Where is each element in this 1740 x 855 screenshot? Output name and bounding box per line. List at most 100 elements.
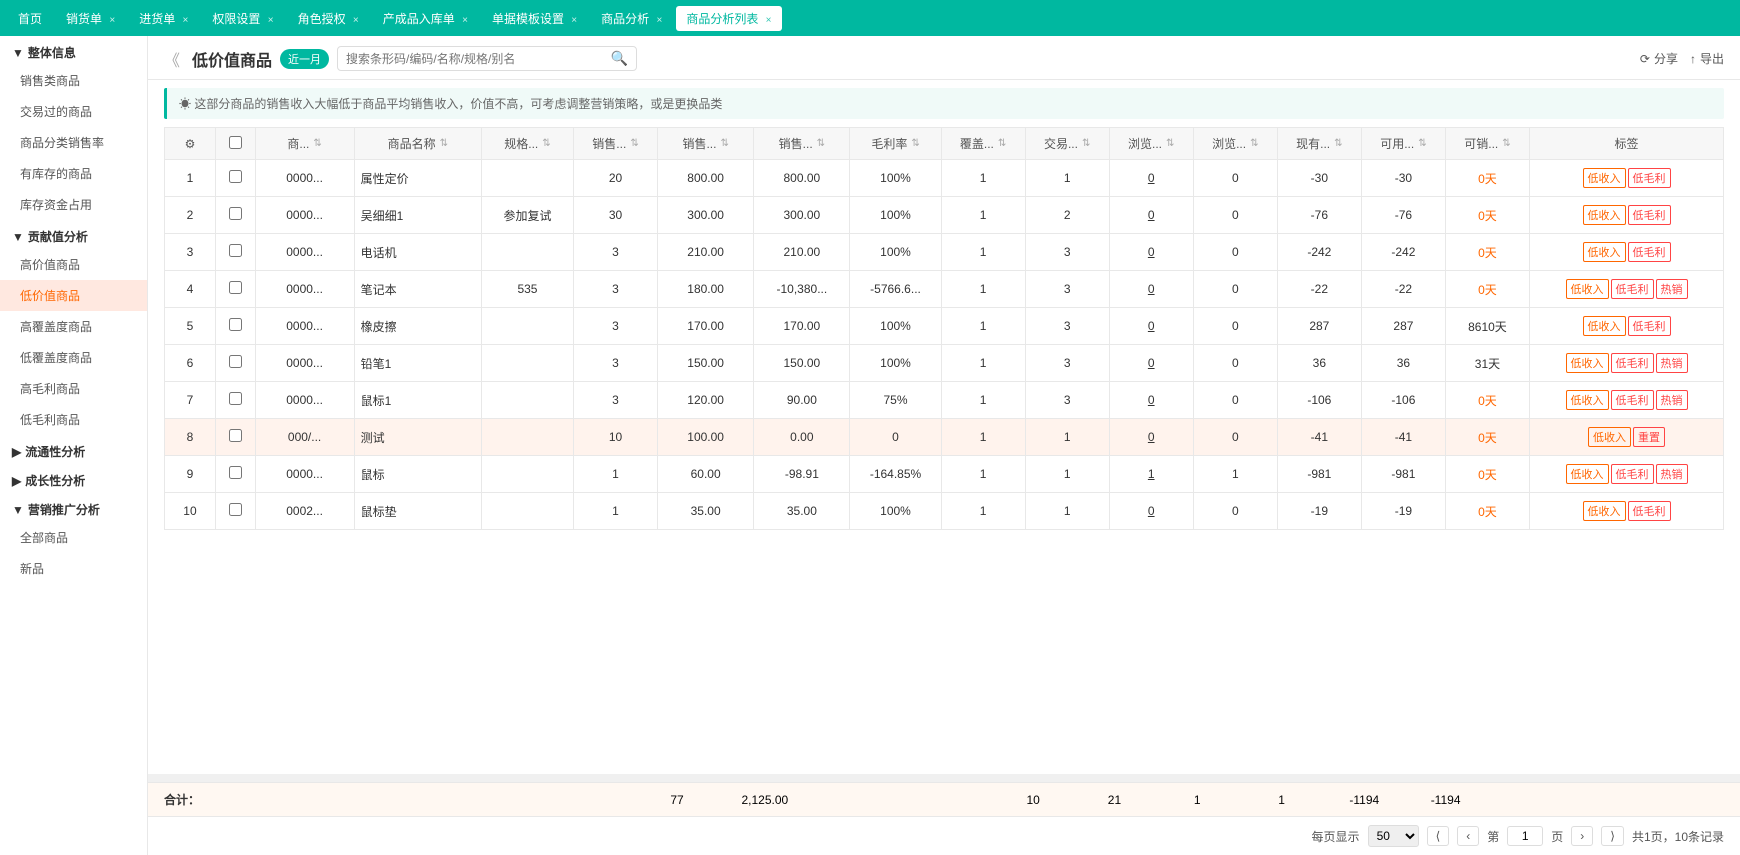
view1-link[interactable]: 0 [1148, 245, 1155, 259]
sidebar-item-low-value[interactable]: 低价值商品 [0, 280, 147, 311]
th-sales-qty[interactable]: 销售...⇅ [573, 128, 657, 160]
sidebar-item-all-goods[interactable]: 全部商品 [0, 522, 147, 553]
prev-page-button[interactable]: ‹ [1457, 826, 1479, 846]
view1-link[interactable]: 0 [1148, 319, 1155, 333]
sidebar-group-marketing[interactable]: ▼ 营销推广分析 [0, 493, 147, 522]
th-stock1[interactable]: 现有...⇅ [1277, 128, 1361, 160]
cell-view1[interactable]: 0 [1109, 197, 1193, 234]
row-checkbox-10[interactable] [229, 503, 242, 516]
th-view1[interactable]: 浏览...⇅ [1109, 128, 1193, 160]
row-checkbox-9[interactable] [229, 466, 242, 479]
th-name[interactable]: 商品名称⇅ [354, 128, 481, 160]
export-button[interactable]: ↑ 导出 [1690, 50, 1724, 67]
row-checkbox-6[interactable] [229, 355, 242, 368]
view1-link[interactable]: 0 [1148, 393, 1155, 407]
row-checkbox-4[interactable] [229, 281, 242, 294]
th-sales-amt[interactable]: 销售...⇅ [658, 128, 754, 160]
view1-link[interactable]: 0 [1148, 504, 1155, 518]
th-spec[interactable]: 规格...⇅ [481, 128, 573, 160]
search-icon[interactable]: 🔍 [611, 50, 628, 67]
cell-check[interactable] [215, 456, 255, 493]
view1-link[interactable]: 0 [1148, 356, 1155, 370]
share-button[interactable]: ⟳ 分享 [1640, 50, 1678, 67]
cell-view1[interactable]: 0 [1109, 308, 1193, 345]
cell-view1[interactable]: 0 [1109, 493, 1193, 530]
th-stock2[interactable]: 可用...⇅ [1361, 128, 1445, 160]
collapse-sidebar-btn[interactable]: 《 [164, 47, 180, 71]
row-checkbox-3[interactable] [229, 244, 242, 257]
sidebar-group-overall[interactable]: ▼ 整体信息 [0, 36, 147, 65]
first-page-button[interactable]: ⟨ [1427, 826, 1450, 846]
cell-view1[interactable]: 0 [1109, 382, 1193, 419]
close-product-analysis-list[interactable]: × [766, 15, 772, 26]
select-all-checkbox[interactable] [229, 136, 242, 149]
per-page-select[interactable]: 50 100 200 [1368, 825, 1419, 847]
nav-product-analysis[interactable]: 商品分析 × [591, 6, 672, 31]
close-role-auth[interactable]: × [353, 15, 359, 26]
sidebar-item-traded-goods[interactable]: 交易过的商品 [0, 96, 147, 127]
sidebar-item-inventory-funds[interactable]: 库存资金占用 [0, 189, 147, 220]
last-page-button[interactable]: ⟩ [1601, 826, 1624, 846]
th-check[interactable] [215, 128, 255, 160]
search-input[interactable] [346, 52, 607, 66]
sidebar-group-growth[interactable]: ▶ 成长性分析 [0, 464, 147, 493]
close-product-inbound[interactable]: × [462, 15, 468, 26]
cell-view1[interactable]: 0 [1109, 419, 1193, 456]
cell-check[interactable] [215, 234, 255, 271]
row-checkbox-1[interactable] [229, 170, 242, 183]
th-code[interactable]: 商...⇅ [255, 128, 354, 160]
cell-check[interactable] [215, 197, 255, 234]
view1-link[interactable]: 0 [1148, 171, 1155, 185]
close-template-settings[interactable]: × [571, 15, 577, 26]
view1-link[interactable]: 1 [1148, 467, 1155, 481]
nav-permissions[interactable]: 权限设置 × [202, 6, 283, 31]
th-margin[interactable]: 毛利率⇅ [850, 128, 941, 160]
sidebar-item-low-coverage[interactable]: 低覆盖度商品 [0, 342, 147, 373]
sidebar-item-sales-goods[interactable]: 销售类商品 [0, 65, 147, 96]
cell-check[interactable] [215, 308, 255, 345]
sidebar-item-stocked-goods[interactable]: 有库存的商品 [0, 158, 147, 189]
row-checkbox-8[interactable] [229, 429, 242, 442]
view1-link[interactable]: 0 [1148, 430, 1155, 444]
sidebar-item-high-coverage[interactable]: 高覆盖度商品 [0, 311, 147, 342]
th-trade[interactable]: 交易...⇅ [1025, 128, 1109, 160]
close-permissions[interactable]: × [268, 15, 274, 26]
close-sales-order[interactable]: × [109, 15, 115, 26]
close-purchase-order[interactable]: × [183, 15, 189, 26]
gear-icon[interactable]: ⚙ [185, 137, 196, 151]
cell-check[interactable] [215, 382, 255, 419]
th-sales-amt2[interactable]: 销售...⇅ [754, 128, 850, 160]
cell-view1[interactable]: 0 [1109, 234, 1193, 271]
th-tags[interactable]: 标签 [1530, 128, 1724, 160]
th-view2[interactable]: 浏览...⇅ [1193, 128, 1277, 160]
row-checkbox-5[interactable] [229, 318, 242, 331]
cell-view1[interactable]: 0 [1109, 160, 1193, 197]
th-sellable[interactable]: 可销...⇅ [1445, 128, 1529, 160]
cell-view1[interactable]: 0 [1109, 271, 1193, 308]
horizontal-scrollbar[interactable] [148, 774, 1740, 782]
row-checkbox-2[interactable] [229, 207, 242, 220]
nav-sales-order[interactable]: 销货单 × [56, 6, 125, 31]
view1-link[interactable]: 0 [1148, 208, 1155, 222]
sidebar-group-circulation[interactable]: ▶ 流通性分析 [0, 435, 147, 464]
cell-check[interactable] [215, 419, 255, 456]
cell-check[interactable] [215, 493, 255, 530]
sidebar-group-contribution[interactable]: ▼ 贡献值分析 [0, 220, 147, 249]
view1-link[interactable]: 0 [1148, 282, 1155, 296]
nav-home[interactable]: 首页 [8, 6, 52, 31]
nav-purchase-order[interactable]: 进货单 × [129, 6, 198, 31]
cell-check[interactable] [215, 160, 255, 197]
row-checkbox-7[interactable] [229, 392, 242, 405]
sidebar-item-high-margin[interactable]: 高毛利商品 [0, 373, 147, 404]
nav-product-inbound[interactable]: 产成品入库单 × [373, 6, 478, 31]
cell-view1[interactable]: 1 [1109, 456, 1193, 493]
nav-product-analysis-list[interactable]: 商品分析列表 × [676, 6, 781, 31]
close-product-analysis[interactable]: × [656, 15, 662, 26]
sidebar-item-category-sales-rate[interactable]: 商品分类销售率 [0, 127, 147, 158]
date-range-badge[interactable]: 近一月 [280, 49, 329, 69]
next-page-button[interactable]: › [1571, 826, 1593, 846]
page-input[interactable] [1507, 826, 1543, 846]
cell-check[interactable] [215, 271, 255, 308]
sidebar-item-high-value[interactable]: 高价值商品 [0, 249, 147, 280]
sidebar-item-new-goods[interactable]: 新品 [0, 553, 147, 584]
